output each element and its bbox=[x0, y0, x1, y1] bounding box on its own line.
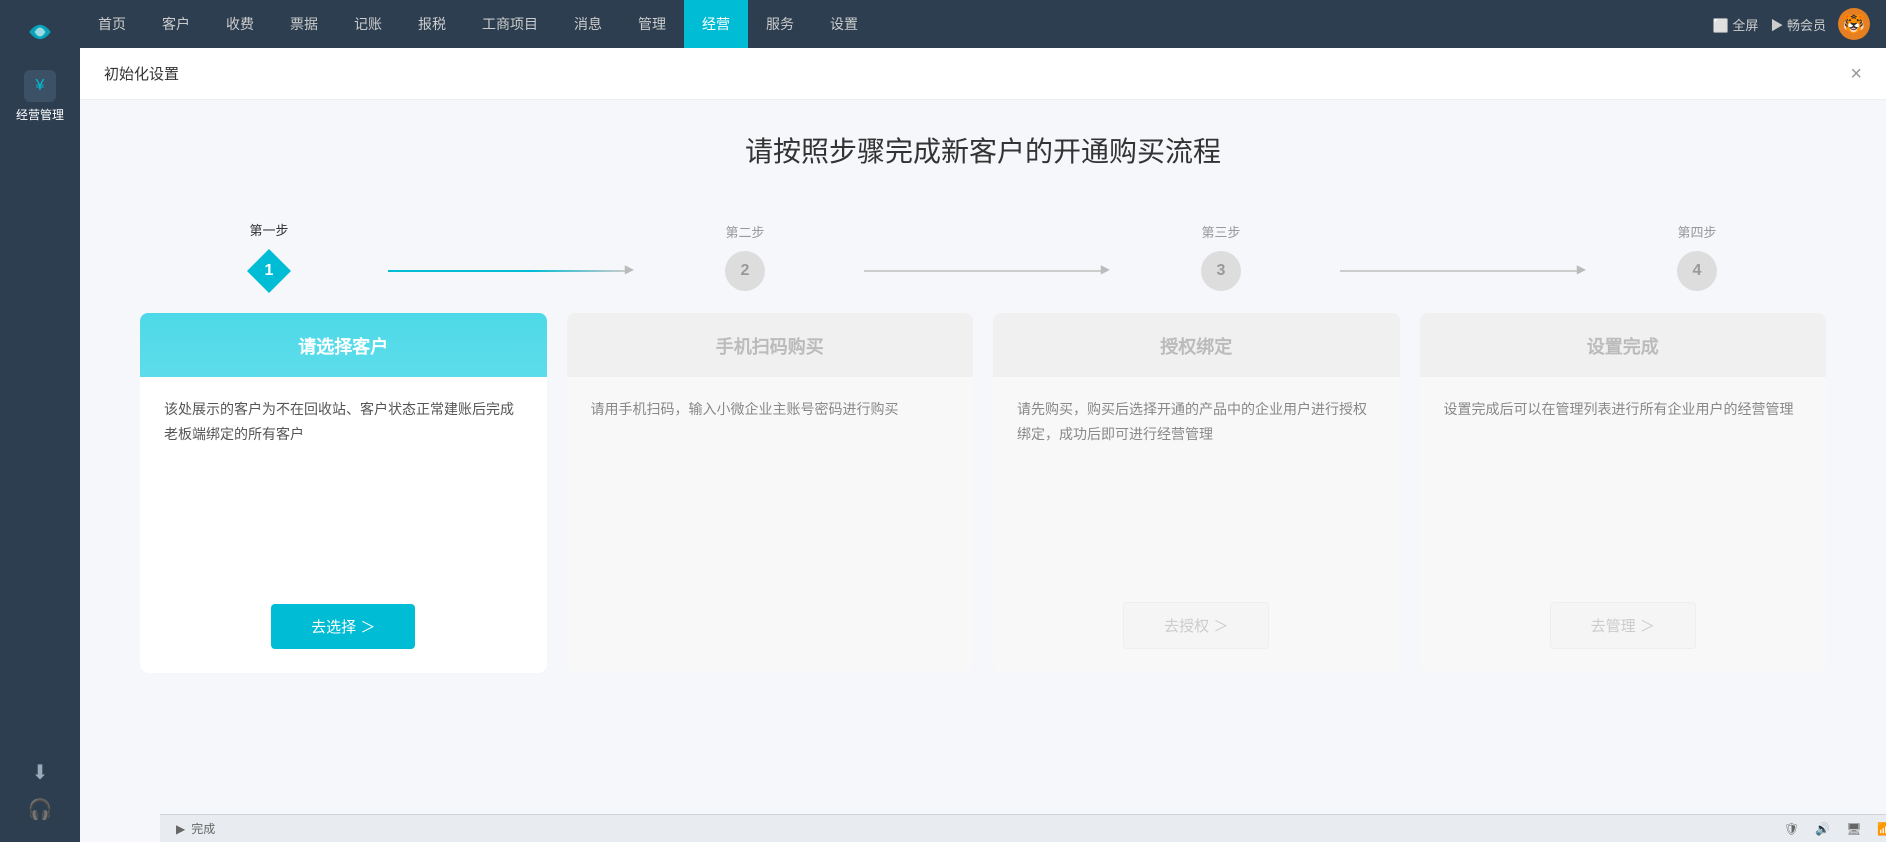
card-2: 手机扫码购买 请用手机扫码，输入小微企业主账号密码进行购买 bbox=[567, 313, 974, 673]
nav-jingying[interactable]: 经营 bbox=[684, 0, 748, 48]
page-header: 初始化设置 × bbox=[80, 48, 1886, 100]
shield-icon: 🛡 bbox=[1784, 822, 1799, 836]
jingying-icon: ¥ bbox=[24, 70, 56, 102]
nav-shouye[interactable]: 首页 bbox=[80, 0, 144, 48]
status-bar: ▶ 完成 🛡 🔊 🖥 📶 0 🔋 10 bbox=[160, 814, 1886, 842]
sidebar: ¥ 经营管理 ⬇ 🎧 bbox=[0, 0, 80, 842]
nav-gongshang[interactable]: 工商项目 bbox=[464, 0, 556, 48]
step-label-2: 第二步 bbox=[725, 222, 764, 241]
status-text: 完成 bbox=[191, 820, 215, 837]
card-3-header: 授权绑定 bbox=[993, 313, 1400, 377]
card-4-header: 设置完成 bbox=[1420, 313, 1827, 377]
step-item-2: 第二步 2 bbox=[626, 222, 864, 291]
sidebar-module-jingying[interactable]: ¥ 经营管理 bbox=[0, 60, 80, 133]
connector-2: ▶ bbox=[864, 270, 1102, 272]
close-button[interactable]: × bbox=[1850, 64, 1862, 84]
connector-1: ▶ bbox=[388, 270, 626, 272]
nav-shezhi[interactable]: 设置 bbox=[812, 0, 876, 48]
fullscreen-btn[interactable]: ⬜ 全屏 bbox=[1713, 15, 1759, 34]
nav-fuwu[interactable]: 服务 bbox=[748, 0, 812, 48]
main-heading: 请按照步骤完成新客户的开通购买流程 bbox=[140, 130, 1826, 170]
card-1-footer: 去选择 ＞ bbox=[140, 588, 547, 673]
avatar[interactable]: 🐯 bbox=[1838, 8, 1870, 40]
go-select-button[interactable]: 去选择 ＞ bbox=[271, 604, 415, 649]
nav-guanli[interactable]: 管理 bbox=[620, 0, 684, 48]
nav-jizhang[interactable]: 记账 bbox=[336, 0, 400, 48]
nav-baoshui[interactable]: 报税 bbox=[400, 0, 464, 48]
card-4-footer: 去管理 ＞ bbox=[1420, 586, 1827, 673]
nav-piaoju[interactable]: 票据 bbox=[272, 0, 336, 48]
card-2-header: 手机扫码购买 bbox=[567, 313, 974, 377]
card-1: 请选择客户 该处展示的客户为不在回收站、客户状态正常建账后完成老板端绑定的所有客… bbox=[140, 313, 547, 673]
go-authorize-button[interactable]: 去授权 ＞ bbox=[1123, 602, 1269, 649]
status-bar-right: 🛡 🔊 🖥 📶 0 🔋 10 bbox=[1784, 822, 1886, 836]
card-2-body: 请用手机扫码，输入小微企业主账号密码进行购买 bbox=[567, 377, 974, 633]
nav-shoufei[interactable]: 收费 bbox=[208, 0, 272, 48]
member-btn[interactable]: ▶ 畅会员 bbox=[1770, 15, 1826, 34]
main-area: 首页 客户 收费 票据 记账 报税 工商项目 消息 管理 经营 服务 设置 ⬜ … bbox=[80, 0, 1886, 842]
steps-row: 第一步 1 ▶ 第二步 2 ▶ bbox=[140, 220, 1826, 293]
connector-3: ▶ bbox=[1340, 270, 1578, 272]
signal-icon: 📶 0 bbox=[1877, 822, 1886, 836]
page-title: 初始化设置 bbox=[104, 63, 179, 84]
card-3-body: 请先购买，购买后选择开通的产品中的企业用户进行授权绑定，成功后即可进行经营管理 bbox=[993, 377, 1400, 586]
card-3: 授权绑定 请先购买，购买后选择开通的产品中的企业用户进行授权绑定，成功后即可进行… bbox=[993, 313, 1400, 673]
app-logo bbox=[16, 8, 64, 56]
play-icon: ▶ bbox=[176, 822, 185, 836]
inner-content: 请按照步骤完成新客户的开通购买流程 第一步 1 ▶ 第二步 bbox=[80, 100, 1886, 703]
card-3-footer: 去授权 ＞ bbox=[993, 586, 1400, 673]
nav-right: ⬜ 全屏 ▶ 畅会员 🐯 bbox=[1713, 8, 1886, 40]
download-icon[interactable]: ⬇ bbox=[32, 760, 49, 785]
sidebar-module-label: 经营管理 bbox=[16, 106, 64, 123]
step-circle-4: 4 bbox=[1677, 251, 1717, 291]
step-item-3: 第三步 3 bbox=[1102, 222, 1340, 291]
step-circle-3: 3 bbox=[1201, 251, 1241, 291]
step-label-4: 第四步 bbox=[1677, 222, 1716, 241]
headset-icon[interactable]: 🎧 bbox=[28, 797, 53, 822]
sidebar-bottom: ⬇ 🎧 bbox=[28, 760, 53, 842]
card-4-body: 设置完成后可以在管理列表进行所有企业用户的经营管理 bbox=[1420, 377, 1827, 586]
step-label-3: 第三步 bbox=[1201, 222, 1240, 241]
volume-icon: 🔊 bbox=[1815, 822, 1830, 836]
card-2-footer bbox=[567, 633, 974, 673]
top-nav: 首页 客户 收费 票据 记账 报税 工商项目 消息 管理 经营 服务 设置 ⬜ … bbox=[80, 0, 1886, 48]
cards-row: 请选择客户 该处展示的客户为不在回收站、客户状态正常建账后完成老板端绑定的所有客… bbox=[140, 313, 1826, 673]
step-label-1: 第一步 bbox=[249, 220, 288, 239]
page-content: 初始化设置 × 请按照步骤完成新客户的开通购买流程 第一步 1 ▶ bbox=[80, 48, 1886, 842]
card-4: 设置完成 设置完成后可以在管理列表进行所有企业用户的经营管理 去管理 ＞ bbox=[1420, 313, 1827, 673]
step-item-4: 第四步 4 bbox=[1578, 222, 1816, 291]
screen-icon: 🖥 bbox=[1846, 822, 1861, 836]
card-1-body: 该处展示的客户为不在回收站、客户状态正常建账后完成老板端绑定的所有客户 bbox=[140, 377, 547, 588]
card-1-header: 请选择客户 bbox=[140, 313, 547, 377]
nav-kehu[interactable]: 客户 bbox=[144, 0, 208, 48]
step-circle-1: 1 bbox=[247, 249, 291, 293]
nav-xiaoxi[interactable]: 消息 bbox=[556, 0, 620, 48]
go-manage-button[interactable]: 去管理 ＞ bbox=[1550, 602, 1696, 649]
step-item-1: 第一步 1 bbox=[150, 220, 388, 293]
step-circle-2: 2 bbox=[725, 251, 765, 291]
